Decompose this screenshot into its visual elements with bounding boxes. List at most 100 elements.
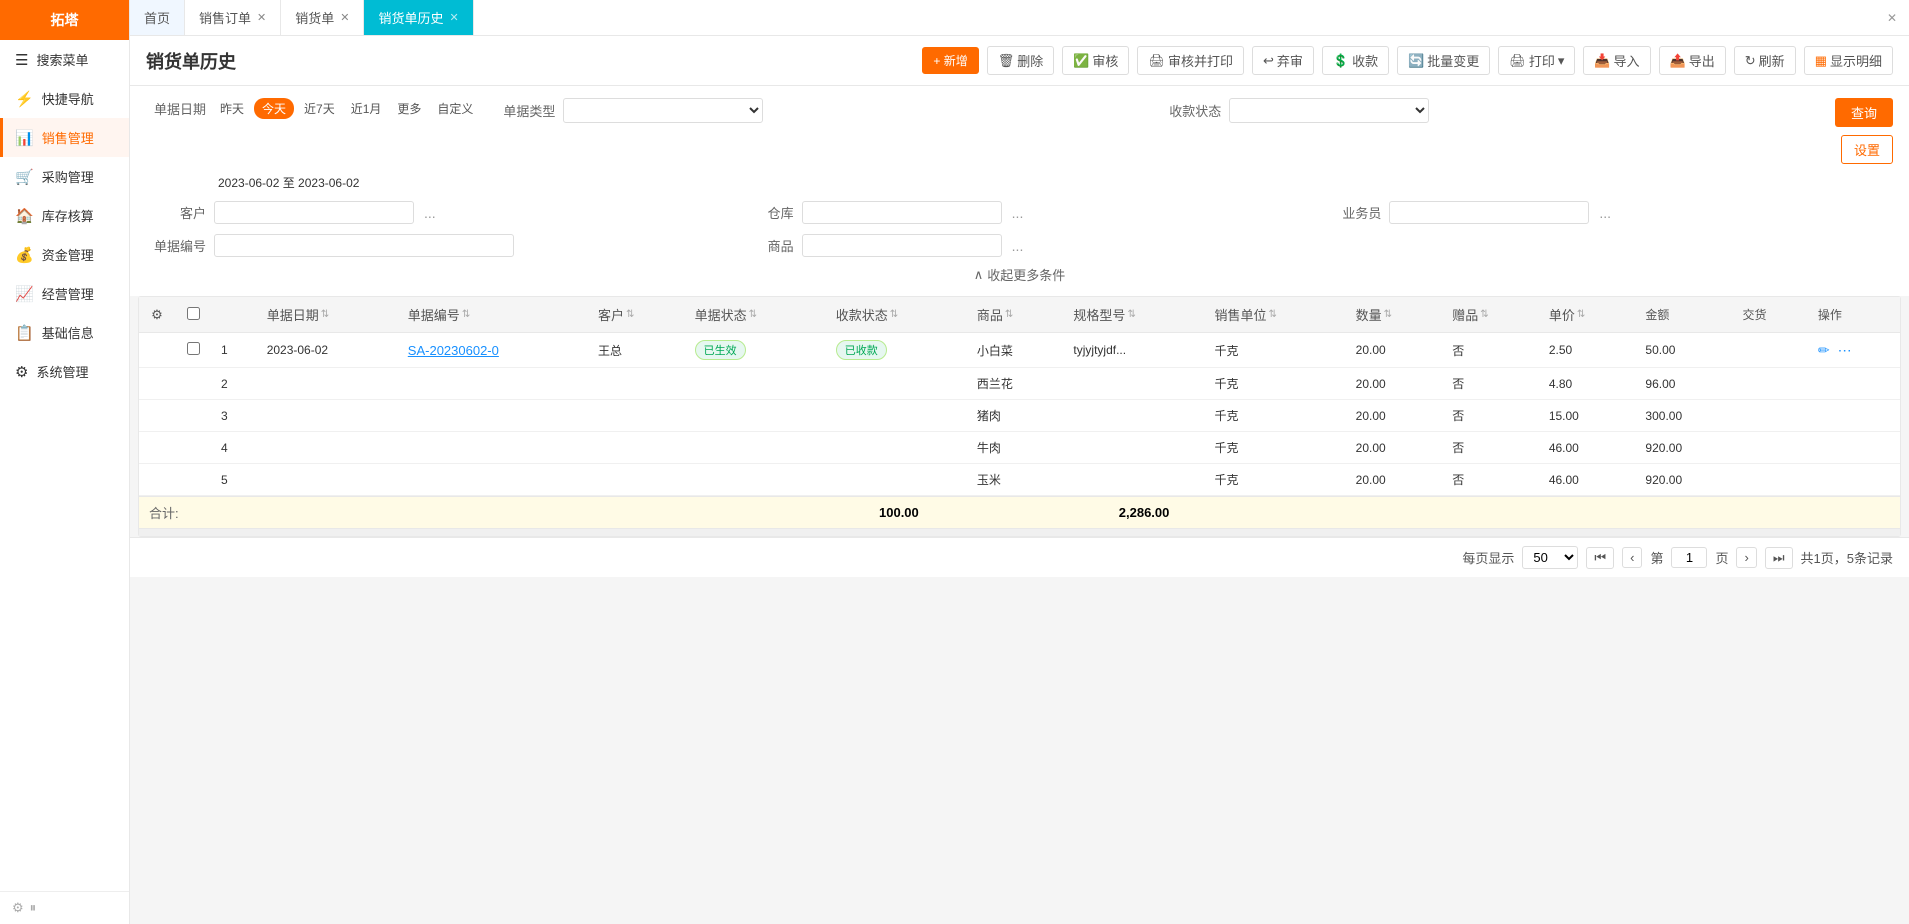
sidebar-item-finance[interactable]: 💰 资金管理 [0, 235, 129, 274]
date-tab-7days[interactable]: 近7天 [298, 98, 341, 119]
page-next-button[interactable]: › [1736, 547, 1756, 568]
sidebar-collapse-icon[interactable]: ⏸ [30, 900, 37, 916]
tab-close-sales-order[interactable]: ✕ [257, 11, 266, 24]
data-table: ⚙ 单据日期 ⇅ [138, 296, 1901, 537]
date-tab-today[interactable]: 今天 [254, 98, 294, 119]
product-dots-btn[interactable]: ... [1012, 238, 1024, 254]
product-input[interactable] [802, 234, 1002, 257]
th-doc-no[interactable]: 单据编号 ⇅ [398, 297, 588, 333]
gift-sort-icon[interactable]: ⇅ [1480, 309, 1488, 320]
sidebar-item-purchase-mgmt[interactable]: 🛒 采购管理 [0, 157, 129, 196]
spec-sort-icon[interactable]: ⇅ [1127, 309, 1135, 320]
salesperson-input[interactable] [1389, 201, 1589, 224]
th-unit[interactable]: 销售单位 ⇅ [1205, 297, 1346, 333]
unit-sort-icon[interactable]: ⇅ [1269, 309, 1277, 320]
th-checkbox[interactable] [175, 297, 211, 333]
salesperson-dots-btn[interactable]: ... [1599, 205, 1611, 221]
warehouse-input[interactable] [802, 201, 1002, 224]
th-qty[interactable]: 数量 ⇅ [1346, 297, 1443, 333]
close-all-tabs[interactable]: ✕ [1875, 11, 1909, 25]
sidebar-item-system-mgmt[interactable]: ⚙ 系统管理 [0, 352, 129, 391]
th-customer[interactable]: 客户 ⇅ [588, 297, 685, 333]
page-first-button[interactable]: ⏮ [1586, 547, 1614, 569]
doc-no-input[interactable] [214, 234, 514, 257]
cell-checkbox[interactable] [175, 368, 211, 400]
cell-settings [139, 400, 175, 432]
date-tab-yesterday[interactable]: 昨天 [214, 98, 250, 119]
payment-status-select[interactable] [1229, 98, 1429, 123]
th-settings[interactable]: ⚙ [139, 297, 175, 333]
import-button[interactable]: 📥 导入 [1583, 46, 1650, 75]
th-unit-price[interactable]: 单价 ⇅ [1539, 297, 1636, 333]
cell-action [1808, 464, 1900, 496]
date-sort-icon[interactable]: ⇅ [321, 309, 329, 320]
tab-home[interactable]: 首页 [130, 0, 185, 35]
doc-no-sort-icon[interactable]: ⇅ [462, 309, 470, 320]
more-action-icon[interactable]: ⋯ [1838, 342, 1852, 359]
th-date[interactable]: 单据日期 ⇅ [257, 297, 398, 333]
sidebar-item-sales-mgmt[interactable]: 📊 销售管理 [0, 118, 129, 157]
date-tab-1month[interactable]: 近1月 [345, 98, 388, 119]
tab-sales-order[interactable]: 销售订单 ✕ [185, 0, 281, 35]
tab-sales-delivery[interactable]: 销货单 ✕ [281, 0, 364, 35]
sidebar-item-quick-nav[interactable]: ⚡ 快捷导航 [0, 79, 129, 118]
salesperson-filter-label: 业务员 [1321, 203, 1381, 222]
page-input[interactable] [1671, 547, 1707, 568]
sidebar-item-operations[interactable]: 📈 经营管理 [0, 274, 129, 313]
cell-checkbox[interactable] [175, 400, 211, 432]
th-gift[interactable]: 赠品 ⇅ [1442, 297, 1539, 333]
customer-dots-btn[interactable]: ... [424, 205, 436, 221]
new-button[interactable]: + 新增 [922, 47, 978, 74]
th-spec[interactable]: 规格型号 ⇅ [1063, 297, 1204, 333]
review-button[interactable]: ✅ 审核 [1062, 46, 1129, 75]
cell-checkbox[interactable] [175, 333, 211, 368]
product-sort-icon[interactable]: ⇅ [1005, 309, 1013, 320]
sidebar-item-search-menu[interactable]: ☰ 搜索菜单 [0, 40, 129, 79]
doc-status-sort-icon[interactable]: ⇅ [749, 309, 757, 320]
date-tab-more[interactable]: 更多 [391, 98, 427, 119]
export-button[interactable]: 📤 导出 [1659, 46, 1726, 75]
select-all-checkbox[interactable] [187, 307, 200, 320]
cell-product: 西兰花 [967, 368, 1064, 400]
cell-checkbox[interactable] [175, 464, 211, 496]
doc-type-select[interactable] [563, 98, 763, 123]
page-prev-button[interactable]: ‹ [1622, 547, 1642, 568]
customer-sort-icon[interactable]: ⇅ [626, 309, 634, 320]
unit-price-sort-icon[interactable]: ⇅ [1577, 309, 1585, 320]
show-detail-button[interactable]: ▦ 显示明细 [1804, 46, 1893, 75]
edit-action-icon[interactable]: ✏ [1818, 342, 1830, 359]
warehouse-dots-btn[interactable]: ... [1012, 205, 1024, 221]
abandon-button[interactable]: ↩ 弃审 [1252, 46, 1314, 75]
th-payment-status[interactable]: 收款状态 ⇅ [826, 297, 967, 333]
collapse-button[interactable]: ∧ 收起更多条件 [146, 265, 1893, 284]
th-doc-status[interactable]: 单据状态 ⇅ [685, 297, 826, 333]
row-checkbox[interactable] [187, 342, 200, 355]
qty-sort-icon[interactable]: ⇅ [1384, 309, 1392, 320]
cell-checkbox[interactable] [175, 432, 211, 464]
tab-close-sales-history[interactable]: ✕ [450, 11, 459, 24]
per-page-select[interactable]: 50 100 200 [1522, 546, 1578, 569]
batch-change-button[interactable]: 🔄 批量变更 [1397, 46, 1490, 75]
sidebar-item-basic-info[interactable]: 📋 基础信息 [0, 313, 129, 352]
settings-gear-icon[interactable]: ⚙ [151, 307, 163, 322]
doc-no-link[interactable]: SA-20230602-0 [408, 343, 499, 358]
th-product[interactable]: 商品 ⇅ [967, 297, 1064, 333]
page-last-button[interactable]: ⏭ [1765, 547, 1793, 569]
doc-no-filter-label: 单据编号 [146, 236, 206, 255]
refresh-button[interactable]: ↻ 刷新 [1734, 46, 1796, 75]
review-print-button[interactable]: 🖨 审核并打印 [1137, 46, 1244, 75]
sidebar-gear-icon[interactable]: ⚙ [12, 900, 24, 916]
th-transaction: 交货 [1733, 297, 1808, 333]
print-button[interactable]: 🖨 打印 ▾ [1498, 46, 1575, 75]
set-button[interactable]: 设置 [1841, 135, 1893, 164]
delete-button[interactable]: 🗑 删除 [987, 46, 1055, 75]
query-button[interactable]: 查询 [1835, 98, 1893, 127]
sidebar-item-inventory[interactable]: 🏠 库存核算 [0, 196, 129, 235]
horizontal-scrollbar[interactable] [139, 528, 1900, 536]
payment-status-sort-icon[interactable]: ⇅ [890, 309, 898, 320]
tab-sales-history[interactable]: 销货单历史 ✕ [364, 0, 473, 35]
collect-button[interactable]: 💲 收款 [1322, 46, 1389, 75]
customer-input[interactable] [214, 201, 414, 224]
date-tab-custom[interactable]: 自定义 [431, 98, 479, 119]
tab-close-sales-delivery[interactable]: ✕ [340, 11, 349, 24]
